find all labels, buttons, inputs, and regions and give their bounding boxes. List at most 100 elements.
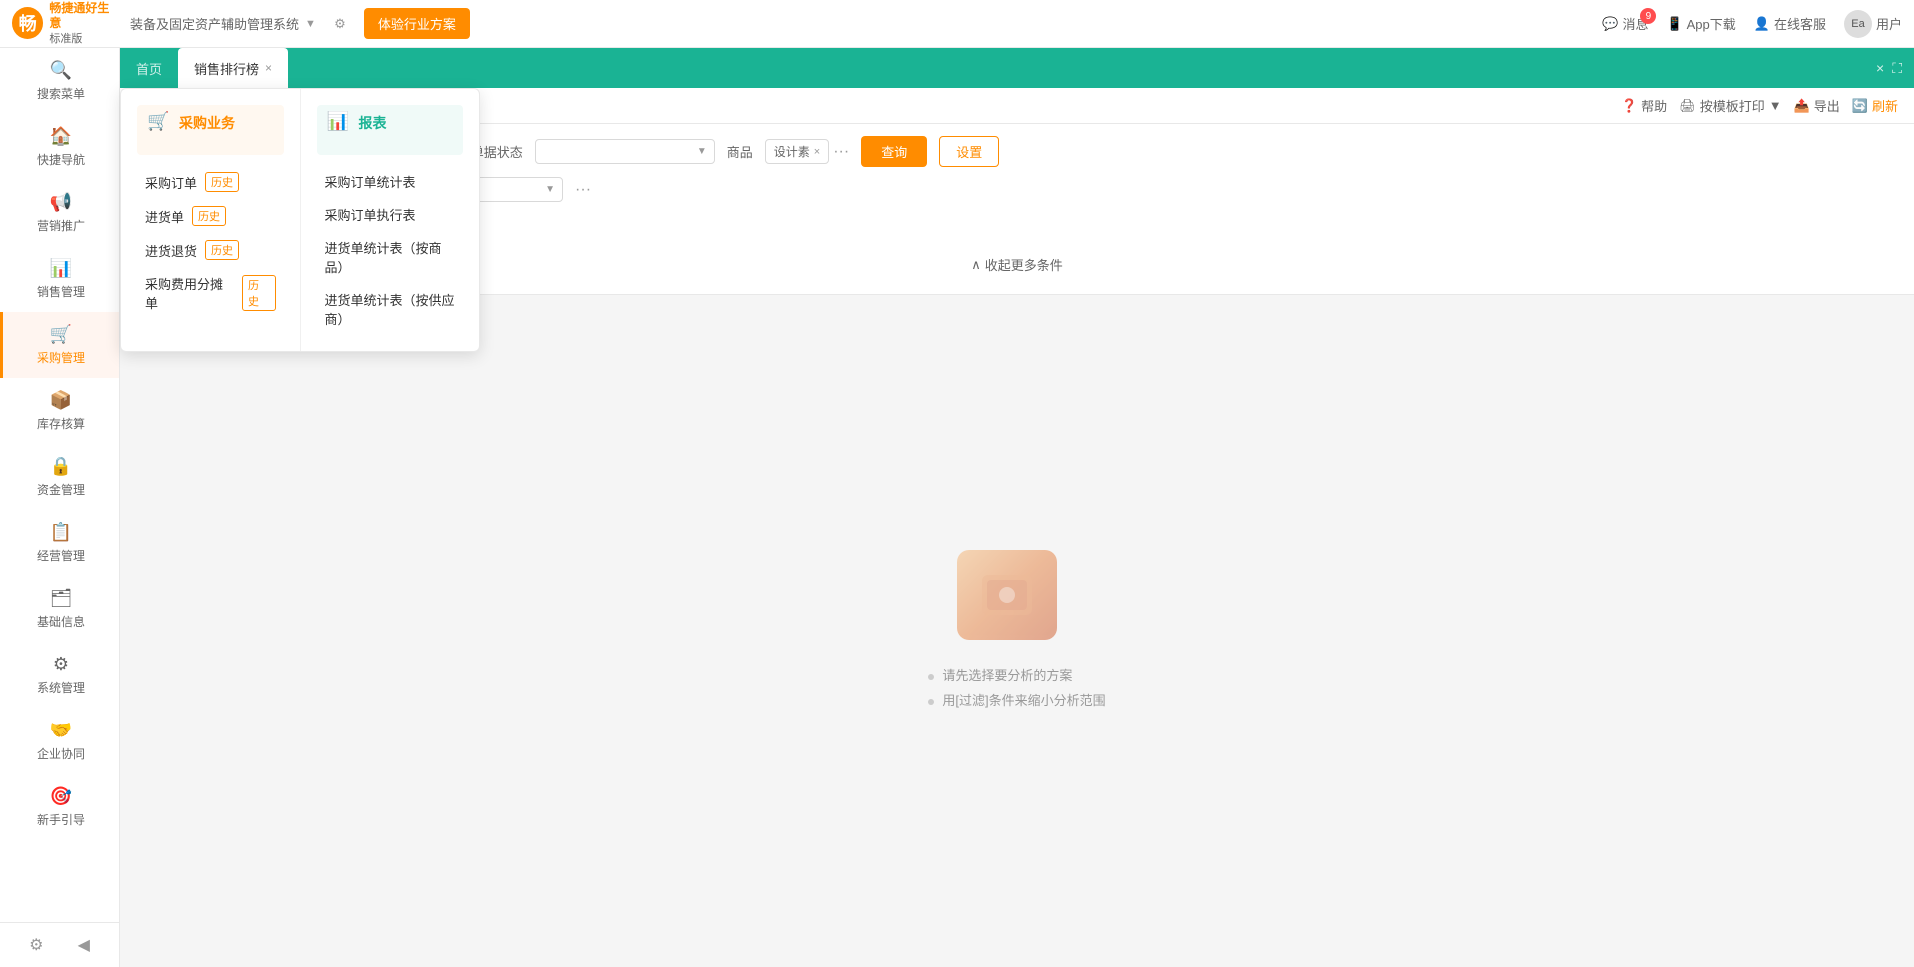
home-icon: 🏠 — [50, 126, 72, 147]
empty-svg — [972, 560, 1042, 630]
menu-item-stock-in[interactable]: 进货单 历史 — [137, 199, 284, 233]
purchase-col-title: 🛒 采购业务 — [147, 111, 274, 135]
search-icon: 🔍 — [50, 60, 72, 81]
empty-icon — [957, 550, 1077, 650]
purchase-dropdown-menu: 🛒 采购业务 采购订单 历史 进货单 历史 进货退货 历史 采购费用分摊单 历史… — [120, 88, 480, 352]
doc-status-input[interactable] — [535, 139, 715, 164]
logo-area: 畅 畅捷通好生意 标准版 — [12, 1, 120, 46]
sidebar-item-marketing[interactable]: 📢 营销推广 — [0, 180, 119, 246]
refresh-icon: 🔄 — [1852, 98, 1868, 114]
goods-tag[interactable]: 设计素 × — [765, 139, 829, 164]
guide-icon: 🎯 — [50, 786, 72, 807]
enterprise-icon: 🤝 — [50, 720, 72, 741]
report-col: 📊 报表 采购订单统计表 采购订单执行表 进货单统计表（按商品） 进货单统计表（… — [301, 89, 480, 351]
export-btn[interactable]: 📤 导出 — [1794, 96, 1840, 115]
history-badge-purchase-order: 历史 — [205, 172, 239, 192]
basic-icon: 🗂 — [50, 588, 73, 609]
tab-close-btn[interactable]: × — [265, 61, 272, 75]
query-btn[interactable]: 查询 — [861, 136, 927, 167]
inventory-icon: 📦 — [50, 390, 72, 411]
sidebar-item-system[interactable]: ⚙ 系统管理 — [0, 642, 119, 708]
history-badge-purchase-expense: 历史 — [242, 275, 276, 311]
online-service-btn[interactable]: 👤 在线客服 — [1754, 14, 1826, 33]
logo-icon: 畅 — [12, 7, 43, 39]
header-right: 💬 消息 9 📱 App下载 👤 在线客服 Ea 用户 — [1602, 10, 1902, 38]
sidebar-item-basic[interactable]: 🗂 基础信息 — [0, 576, 119, 642]
print-template-btn[interactable]: 🖨 按模板打印 ▼ — [1679, 96, 1781, 115]
top-header: 畅 畅捷通好生意 标准版 装备及固定资产辅助管理系统 ▼ ⚙ 体验行业方案 💬 … — [0, 0, 1914, 48]
menu-item-purchase-expense[interactable]: 采购费用分摊单 历史 — [137, 267, 284, 319]
report-col-title: 📊 报表 — [327, 111, 454, 135]
print-arrow-icon: ▼ — [1769, 98, 1782, 113]
sidebar-item-search[interactable]: 🔍 搜索菜单 — [0, 48, 119, 114]
goods-tag-close-icon[interactable]: × — [814, 146, 820, 158]
bottom-settings-btn[interactable]: ⚙ — [29, 935, 43, 955]
purchase-col-icon: 🛒 — [147, 111, 171, 135]
empty-image — [957, 550, 1057, 640]
collapse-arrow-icon: ∧ — [971, 257, 981, 273]
sidebar-bottom: ⚙ ◀ — [0, 922, 119, 967]
message-btn[interactable]: 💬 消息 9 — [1602, 14, 1648, 33]
app-download-btn[interactable]: 📱 App下载 — [1666, 14, 1735, 33]
service-icon: 👤 — [1754, 16, 1770, 32]
menu-item-stock-return[interactable]: 进货退货 历史 — [137, 233, 284, 267]
system-icon: ⚙ — [53, 654, 69, 675]
operation-icon: 📋 — [50, 522, 72, 543]
bottom-collapse-btn[interactable]: ◀ — [78, 935, 90, 955]
menu-item-purchase-order[interactable]: 采购订单 历史 — [137, 165, 284, 199]
sidebar-item-enterprise[interactable]: 🤝 企业协同 — [0, 708, 119, 774]
avatar: Ea — [1844, 10, 1872, 38]
sales-icon: 📊 — [50, 258, 72, 279]
history-badge-stock-return: 历史 — [205, 240, 239, 260]
sidebar-item-finance[interactable]: 🔒 资金管理 — [0, 444, 119, 510]
tab-right-controls: × ⛶ — [1876, 60, 1914, 77]
phone-icon: 📱 — [1666, 16, 1682, 32]
tab-home[interactable]: 首页 — [120, 48, 178, 88]
goods-more-btn[interactable]: ··· — [833, 143, 849, 161]
goods-filter-wrap: 设计素 × ··· — [765, 139, 849, 164]
purchase-col-title-bg: 🛒 采购业务 — [137, 105, 284, 155]
empty-tip-2: 用[过滤]条件来缩小分析范围 — [928, 687, 1105, 712]
logo-text: 畅捷通好生意 标准版 — [49, 1, 120, 46]
sidebar: 🔍 搜索菜单 🏠 快捷导航 📢 营销推广 📊 销售管理 🛒 采购管理 📦 库存核… — [0, 48, 120, 967]
purchase-icon: 🛒 — [50, 324, 72, 345]
chevron-down-icon[interactable]: ▼ — [305, 18, 316, 30]
help-icon: ❓ — [1621, 98, 1637, 114]
empty-tips: 请先选择要分析的方案 用[过滤]条件来缩小分析范围 — [928, 662, 1105, 712]
refresh-btn[interactable]: 🔄 刷新 — [1852, 96, 1898, 115]
print-icon: 🖨 — [1679, 98, 1696, 114]
sidebar-item-inventory[interactable]: 📦 库存核算 — [0, 378, 119, 444]
menu-item-stock-in-stat-goods[interactable]: 进货单统计表（按商品） — [317, 231, 464, 283]
sidebar-item-sales[interactable]: 📊 销售管理 — [0, 246, 119, 312]
menu-item-purchase-order-stat[interactable]: 采购订单统计表 — [317, 165, 464, 198]
tab-fullscreen-btn[interactable]: ⛶ — [1892, 60, 1902, 77]
message-badge: 9 — [1640, 8, 1656, 24]
empty-state: 请先选择要分析的方案 用[过滤]条件来缩小分析范围 — [120, 295, 1914, 967]
menu-item-stock-in-stat-supplier[interactable]: 进货单统计表（按供应商） — [317, 283, 464, 335]
collapse-btn[interactable]: ∧ 收起更多条件 — [971, 255, 1063, 274]
salesperson-more-btn[interactable]: ··· — [575, 181, 591, 199]
history-badge-stock-in: 历史 — [192, 206, 226, 226]
tab-bar: 首页 销售排行榜 × × ⛶ — [120, 48, 1914, 88]
report-col-icon: 📊 — [327, 111, 351, 135]
purchase-col: 🛒 采购业务 采购订单 历史 进货单 历史 进货退货 历史 采购费用分摊单 历史 — [121, 89, 301, 351]
report-col-title-bg: 📊 报表 — [317, 105, 464, 155]
setting-btn[interactable]: 设置 — [939, 136, 999, 167]
sidebar-item-guide[interactable]: 🎯 新手引导 — [0, 774, 119, 840]
goods-label: 商品 — [727, 142, 753, 161]
message-icon: 💬 — [1602, 16, 1618, 32]
sidebar-item-nav[interactable]: 🏠 快捷导航 — [0, 114, 119, 180]
menu-item-purchase-order-exec[interactable]: 采购订单执行表 — [317, 198, 464, 231]
industry-btn[interactable]: 体验行业方案 — [364, 8, 470, 39]
sidebar-item-operation[interactable]: 📋 经营管理 — [0, 510, 119, 576]
help-btn[interactable]: ❓ 帮助 — [1621, 96, 1667, 115]
system-title: 装备及固定资产辅助管理系统 ▼ — [130, 14, 316, 33]
export-icon: 📤 — [1794, 98, 1810, 114]
user-menu[interactable]: Ea 用户 — [1844, 10, 1902, 38]
tab-sales-rank[interactable]: 销售排行榜 × — [178, 48, 288, 88]
finance-icon: 🔒 — [50, 456, 72, 477]
settings-icon[interactable]: ⚙ — [326, 10, 354, 38]
doc-status-select-wrap: ▼ — [535, 139, 715, 164]
tab-close-all-btn[interactable]: × — [1876, 60, 1884, 76]
sidebar-item-purchase[interactable]: 🛒 采购管理 — [0, 312, 119, 378]
